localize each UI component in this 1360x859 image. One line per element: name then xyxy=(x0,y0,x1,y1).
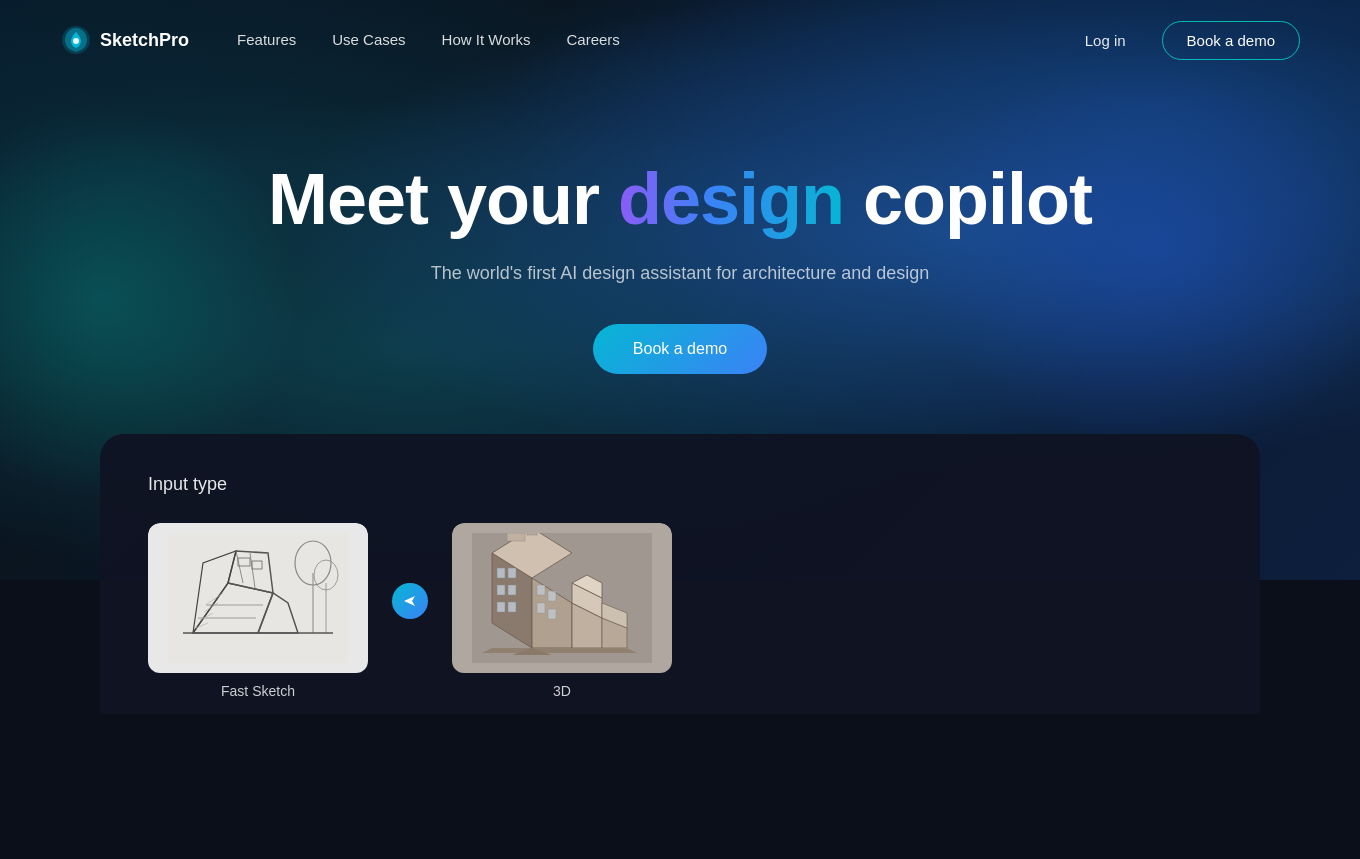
3d-label: 3D xyxy=(452,683,672,707)
arrow-container xyxy=(392,583,428,619)
svg-rect-44 xyxy=(527,533,537,535)
hero-title-part1: Meet your xyxy=(268,159,618,239)
fast-sketch-card[interactable]: Fast Sketch xyxy=(148,523,368,707)
nav-item-careers[interactable]: Careers xyxy=(567,31,620,49)
nav-item-use-cases[interactable]: Use Cases xyxy=(332,31,405,49)
logo-link[interactable]: SketchPro xyxy=(60,24,189,56)
nav-links: Features Use Cases How It Works Careers xyxy=(237,31,620,49)
sketch-building-svg xyxy=(168,533,348,663)
arrow-button[interactable] xyxy=(392,583,428,619)
nav-left: SketchPro Features Use Cases How It Work… xyxy=(60,24,620,56)
nav-item-how-it-works[interactable]: How It Works xyxy=(442,31,531,49)
navbar: SketchPro Features Use Cases How It Work… xyxy=(0,0,1360,80)
hero-title: Meet your design copilot xyxy=(20,160,1340,239)
nav-link-how-it-works[interactable]: How It Works xyxy=(442,31,531,48)
svg-rect-29 xyxy=(508,585,516,595)
svg-rect-35 xyxy=(548,609,556,619)
3d-image xyxy=(452,523,672,673)
svg-rect-32 xyxy=(537,585,545,595)
hero-title-part3: copilot xyxy=(844,159,1092,239)
nav-item-features[interactable]: Features xyxy=(237,31,296,49)
svg-point-1 xyxy=(73,38,79,44)
fast-sketch-label: Fast Sketch xyxy=(148,683,368,707)
logo-icon xyxy=(60,24,92,56)
sketch-card-bg xyxy=(148,523,368,673)
hero-title-part2: design xyxy=(618,159,844,239)
login-button[interactable]: Log in xyxy=(1069,24,1142,57)
svg-rect-26 xyxy=(497,568,505,578)
svg-rect-27 xyxy=(508,568,516,578)
svg-marker-41 xyxy=(482,648,637,653)
input-type-label: Input type xyxy=(148,474,1212,495)
hero-subtitle: The world's first AI design assistant fo… xyxy=(20,263,1340,284)
svg-rect-28 xyxy=(497,585,505,595)
3d-card[interactable]: 3D xyxy=(452,523,672,707)
svg-rect-43 xyxy=(507,533,525,541)
send-icon xyxy=(402,593,418,609)
svg-rect-34 xyxy=(537,603,545,613)
3d-building-svg xyxy=(472,533,652,663)
nav-right: Log in Book a demo xyxy=(1069,21,1300,60)
3d-card-bg xyxy=(452,523,672,673)
book-demo-nav-button[interactable]: Book a demo xyxy=(1162,21,1300,60)
svg-rect-33 xyxy=(548,591,556,601)
hero-section: Meet your design copilot The world's fir… xyxy=(0,80,1360,434)
brand-name: SketchPro xyxy=(100,30,189,51)
cards-row: Fast Sketch xyxy=(148,523,1212,707)
svg-rect-30 xyxy=(497,602,505,612)
fast-sketch-image xyxy=(148,523,368,673)
nav-link-careers[interactable]: Careers xyxy=(567,31,620,48)
svg-rect-31 xyxy=(508,602,516,612)
book-demo-hero-button[interactable]: Book a demo xyxy=(593,324,767,374)
input-type-section: Input type xyxy=(100,434,1260,714)
nav-link-use-cases[interactable]: Use Cases xyxy=(332,31,405,48)
nav-link-features[interactable]: Features xyxy=(237,31,296,48)
